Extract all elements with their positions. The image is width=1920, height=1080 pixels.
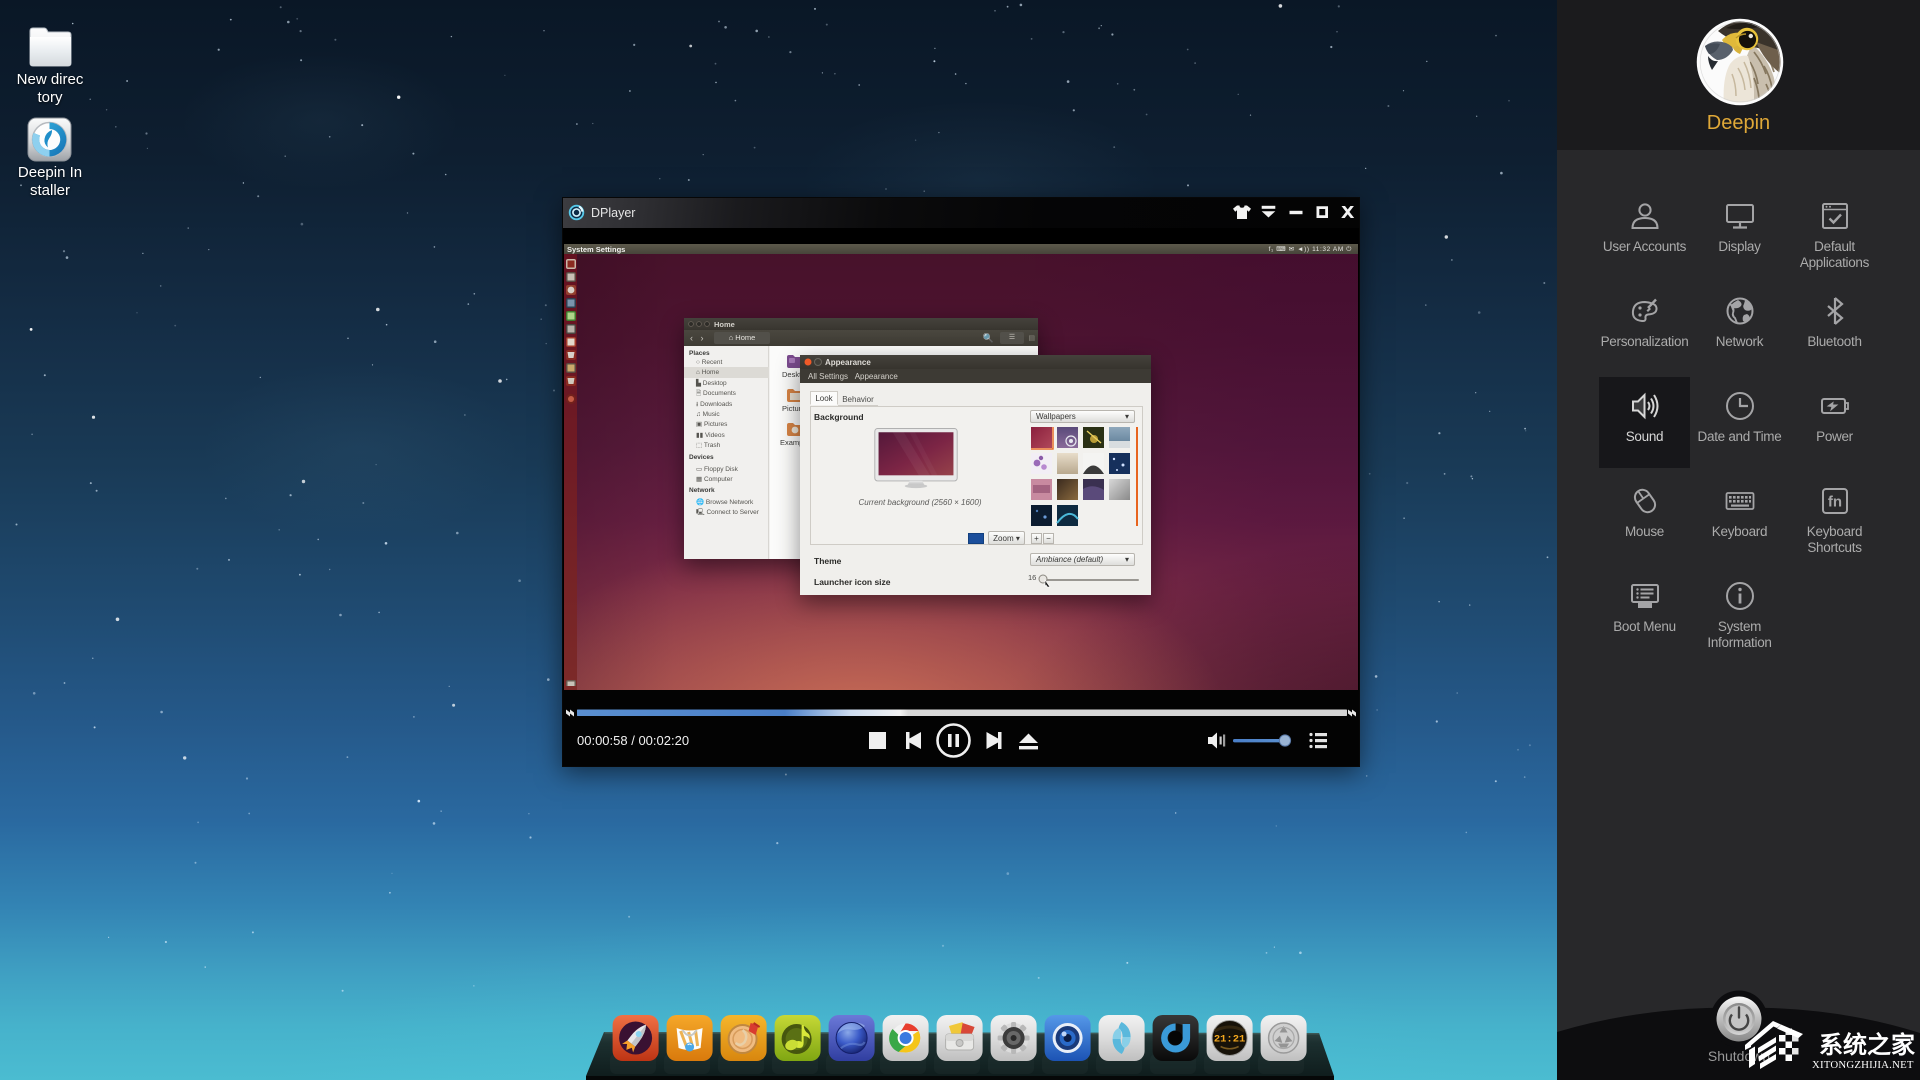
svg-text:21:21: 21:21 [1214,1034,1246,1046]
svg-text:fn: fn [1827,494,1841,511]
svg-text:系统之家: 系统之家 [1819,1031,1915,1059]
svg-text:XITONGZHIJIA.NET: XITONGZHIJIA.NET [1812,1059,1914,1071]
